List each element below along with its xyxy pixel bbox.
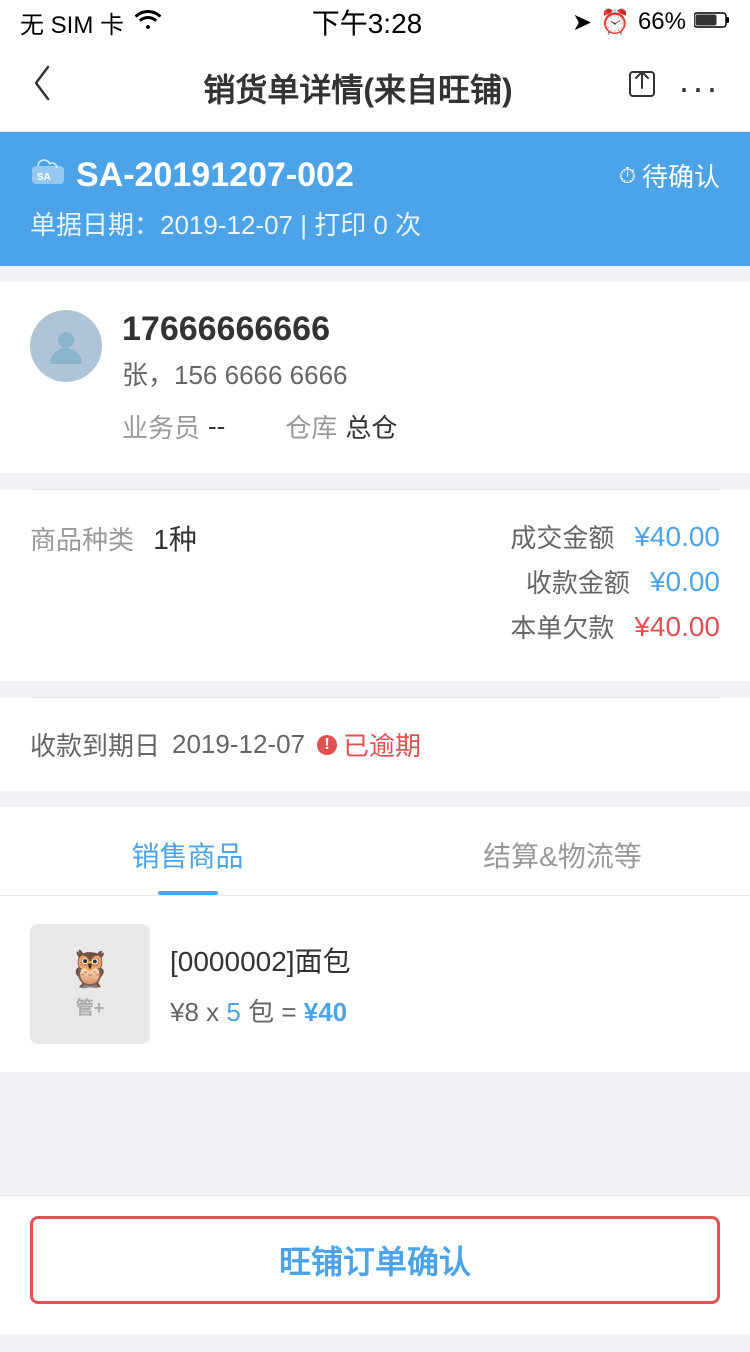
product-image: 🦉 管+ xyxy=(30,924,150,1044)
nav-bar: 销货单详情(来自旺铺) ··· xyxy=(0,44,750,132)
product-item: 🦉 管+ [0000002]面包 ¥8 x 5 包 = ¥40 xyxy=(0,896,750,1072)
product-type-label: 商品种类 xyxy=(30,525,134,555)
deal-amount-value: ¥40.00 xyxy=(634,521,720,553)
customer-avatar xyxy=(30,310,102,382)
customer-card: 17666666666 张，156 6666 6666 业务员 -- 仓库 总仓 xyxy=(0,282,750,473)
order-meta: 单据日期：2019-12-07 | 打印 0 次 xyxy=(30,205,720,242)
battery-icon xyxy=(694,8,730,36)
price-unit: 包 xyxy=(248,997,274,1027)
order-cloud-icon: SA xyxy=(30,158,66,194)
price-value: ¥8 xyxy=(170,997,199,1027)
deal-amount-label: 成交金额 xyxy=(510,518,614,555)
status-time: 下午3:28 xyxy=(312,2,423,42)
overdue-text: 已逾期 xyxy=(343,726,421,763)
location-icon: ➤ xyxy=(572,8,592,37)
price-total: ¥40 xyxy=(304,997,347,1027)
tab-settlement[interactable]: 结算&物流等 xyxy=(375,807,750,895)
alarm-icon: ⏰ xyxy=(600,8,630,37)
order-status: ⏱ 待确认 xyxy=(619,157,720,194)
tab-sales-products[interactable]: 销售商品 xyxy=(0,807,375,895)
price-qty: 5 xyxy=(226,997,240,1027)
price-separator: x xyxy=(206,997,226,1027)
due-date-card: 收款到期日 2019-12-07 ! 已逾期 xyxy=(0,698,750,791)
confirm-order-button[interactable]: 旺铺订单确认 xyxy=(30,1216,720,1304)
owed-amount-value: ¥40.00 xyxy=(634,611,720,643)
price-equals: = xyxy=(281,997,303,1027)
product-logo-subtitle: 管+ xyxy=(76,994,105,1020)
paid-amount-label: 收款金额 xyxy=(526,563,630,600)
share-button[interactable] xyxy=(626,68,658,108)
customer-phone: 17666666666 xyxy=(122,310,720,349)
battery-label: 66% xyxy=(638,8,686,36)
warehouse-label: 仓库 xyxy=(285,408,337,445)
status-right: ➤ ⏰ 66% xyxy=(572,8,730,37)
product-logo-icon: 🦉 xyxy=(68,948,113,990)
paid-amount-row: 收款金额 ¥0.00 xyxy=(510,563,720,600)
warehouse-value: 总仓 xyxy=(345,408,397,445)
product-type-field: 商品种类 1种 xyxy=(30,518,197,558)
owed-amount-row: 本单欠款 ¥40.00 xyxy=(510,608,720,645)
paid-amount-value: ¥0.00 xyxy=(650,566,720,598)
amounts-section: 成交金额 ¥40.00 收款金额 ¥0.00 本单欠款 ¥40.00 xyxy=(510,518,720,653)
nav-actions: ··· xyxy=(626,67,720,109)
due-date-label: 收款到期日 xyxy=(30,726,160,763)
owed-amount-label: 本单欠款 xyxy=(510,608,614,645)
salesperson-value: -- xyxy=(208,411,225,442)
customer-name: 张，156 6666 6666 xyxy=(122,355,720,392)
status-bar: 无 SIM 卡 下午3:28 ➤ ⏰ 66% xyxy=(0,0,750,44)
product-info: [0000002]面包 ¥8 x 5 包 = ¥40 xyxy=(170,940,720,1029)
order-id: SA-20191207-002 xyxy=(76,156,354,195)
salesperson-field: 业务员 -- xyxy=(122,408,225,445)
order-number: SA SA-20191207-002 xyxy=(30,156,354,195)
page-title: 销货单详情(来自旺铺) xyxy=(90,65,626,111)
salesperson-label: 业务员 xyxy=(122,408,200,445)
bottom-bar: 旺铺订单确认 xyxy=(0,1195,750,1334)
sim-label: 无 SIM 卡 xyxy=(20,5,124,40)
overdue-badge: ! 已逾期 xyxy=(317,726,421,763)
summary-card: 商品种类 1种 成交金额 ¥40.00 收款金额 ¥0.00 本单欠款 ¥40.… xyxy=(0,490,750,681)
more-button[interactable]: ··· xyxy=(678,67,720,109)
overdue-icon: ! xyxy=(317,735,337,755)
clock-icon: ⏱ xyxy=(619,163,636,189)
back-button[interactable] xyxy=(30,63,90,112)
due-date-value: 2019-12-07 xyxy=(172,729,305,760)
tabs-bar: 销售商品 结算&物流等 xyxy=(0,807,750,896)
header-card: SA SA-20191207-002 ⏱ 待确认 单据日期：2019-12-07… xyxy=(0,132,750,266)
svg-text:SA: SA xyxy=(37,172,51,183)
product-price: ¥8 x 5 包 = ¥40 xyxy=(170,992,720,1029)
tabs-section: 销售商品 结算&物流等 xyxy=(0,807,750,896)
product-name: [0000002]面包 xyxy=(170,940,720,980)
customer-info: 17666666666 张，156 6666 6666 业务员 -- 仓库 总仓 xyxy=(122,310,720,445)
deal-amount-row: 成交金额 ¥40.00 xyxy=(510,518,720,555)
wifi-icon xyxy=(134,8,162,36)
status-text: 待确认 xyxy=(642,157,720,194)
product-type-value: 1种 xyxy=(153,524,197,555)
status-left: 无 SIM 卡 xyxy=(20,5,162,40)
warehouse-field: 仓库 总仓 xyxy=(285,408,397,445)
